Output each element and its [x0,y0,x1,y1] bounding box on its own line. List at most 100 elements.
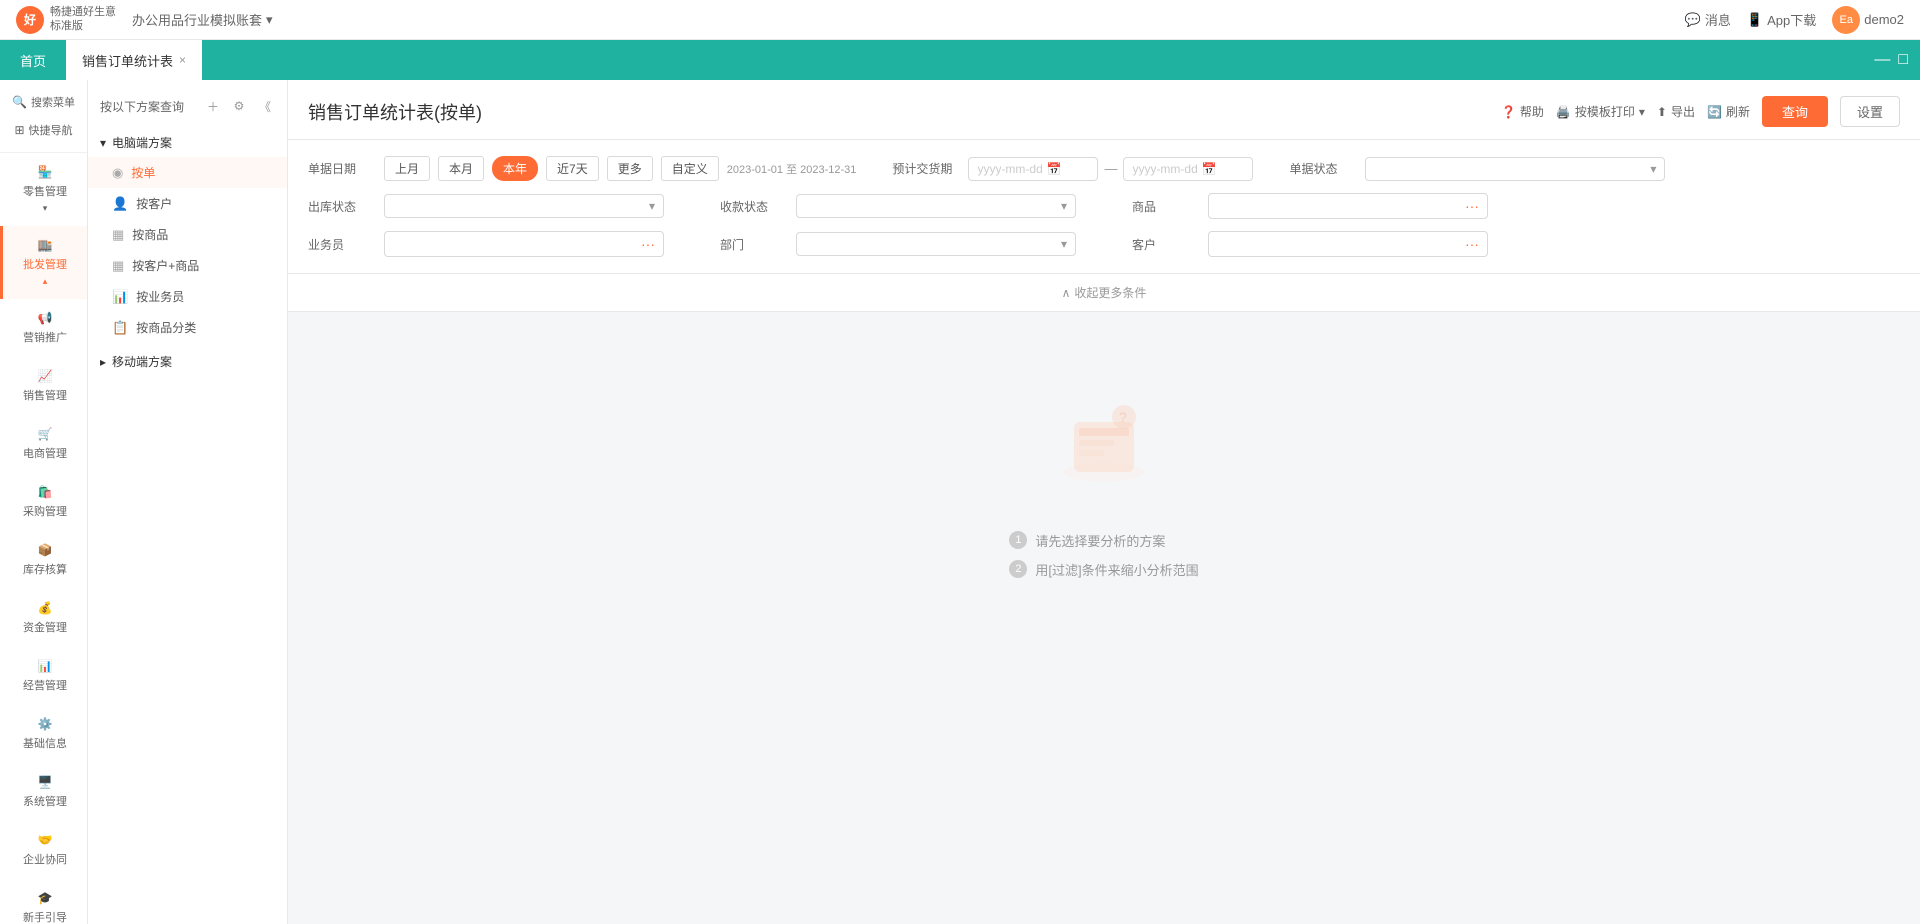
sidebar-item-system[interactable]: 🖥️ 系统管理 [0,763,87,821]
tab-bar: 首页 销售订单统计表 × — □ [0,40,1920,80]
category-icon: 📋 [112,320,128,336]
collapse-bar[interactable]: ∧ 收起更多条件 [288,274,1920,312]
page-title: 销售订单统计表(按单) [308,99,482,125]
order-status-select[interactable]: ▾ [1365,157,1665,181]
app-download-button[interactable]: 📱 App下载 [1747,10,1816,29]
shortcut-nav-button[interactable]: ⊞ 快捷导航 [0,116,87,144]
app-selector[interactable]: 办公用品行业模拟账套 ▾ [124,10,281,29]
sidebar-item-basic[interactable]: ⚙️ 基础信息 [0,705,87,763]
expected-date-to-input[interactable]: yyyy-mm-dd 📅 [1123,157,1253,181]
sidebar-item-ecommerce[interactable]: 🛒 电商管理 [0,415,87,473]
scheme-group-mobile: ▸ 移动端方案 [88,347,287,376]
current-month-button[interactable]: 本月 [438,156,484,181]
chevron-down-icon: ▾ [1061,199,1067,213]
customer-select[interactable]: ··· [1208,231,1488,257]
operations-icon: 📊 [38,659,53,673]
sidebar-item-inventory[interactable]: 📦 库存核算 [0,531,87,589]
empty-step-1: 1 请先选择要分析的方案 [1009,531,1198,550]
scheme-item-by-order[interactable]: ◉ 按单 [88,157,287,188]
message-button[interactable]: 💬 消息 [1685,10,1731,29]
search-icon: 🔍 [12,95,27,109]
filter-row-1: 单据日期 上月 本月 本年 近7天 更多 自定义 2023-01-01 至 20… [308,156,1900,181]
scheme-item-by-category[interactable]: 📋 按商品分类 [88,312,287,343]
window-maximize-icon[interactable]: □ [1898,51,1908,69]
page-actions: ❓ 帮助 🖨️ 按模板打印 ▾ ⬆ 导出 🔄 刷新 [1501,96,1900,127]
salesman-more-icon[interactable]: ··· [641,236,655,252]
product-more-icon[interactable]: ··· [1465,198,1479,214]
scheme-item-by-product[interactable]: ▦ 按商品 [88,219,287,250]
sidebar-item-retail[interactable]: 🏪 零售管理 ▾ [0,153,87,226]
basic-icon: ⚙️ [38,717,53,731]
settings-button[interactable]: 设置 [1840,96,1900,127]
top-bar: 好 畅捷通好生意 标准版 办公用品行业模拟账套 ▾ 💬 消息 📱 App下载 E… [0,0,1920,40]
print-icon: 🖨️ [1556,105,1571,119]
empty-steps: 1 请先选择要分析的方案 2 用[过滤]条件来缩小分析范围 [1009,531,1198,589]
sales-icon: 📈 [38,369,53,383]
ship-status-select[interactable]: ▾ [384,194,664,218]
scheme-group-mobile-header[interactable]: ▸ 移动端方案 [88,347,287,376]
tab-home[interactable]: 首页 [0,40,66,80]
product-select[interactable]: ··· [1208,193,1488,219]
page-header: 销售订单统计表(按单) ❓ 帮助 🖨️ 按模板打印 ▾ ⬆ 导出 [288,80,1920,140]
sidebar-item-enterprise[interactable]: 🤝 企业协同 [0,821,87,879]
customer-more-icon[interactable]: ··· [1465,236,1479,252]
customer-icon: 👤 [112,196,128,212]
sidebar-item-finance[interactable]: 💰 资金管理 [0,589,87,647]
settings-scheme-button[interactable]: ⚙ [229,96,249,116]
chevron-down-icon: ▾ [1639,105,1645,119]
receipt-status-select[interactable]: ▾ [796,194,1076,218]
window-minimize-icon[interactable]: — [1874,51,1890,69]
logo-icon: 好 [16,6,44,34]
salesman-select[interactable]: ··· [384,231,664,257]
user-menu[interactable]: Ea demo2 [1832,6,1904,34]
purchase-icon: 🛍️ [38,485,53,499]
refresh-icon: 🔄 [1707,105,1722,119]
sidebar-item-purchase[interactable]: 🛍️ 采购管理 [0,473,87,531]
more-date-button[interactable]: 更多 [607,156,653,181]
empty-illustration: ? [1044,392,1164,511]
calendar-icon: 📅 [1047,162,1062,176]
search-menu-button[interactable]: 🔍 搜索菜单 [0,88,87,116]
logo-text: 畅捷通好生意 标准版 [50,6,116,32]
scheme-header: 按以下方案查询 ＋ ⚙ 《 [88,88,287,124]
sidebar-item-newbie[interactable]: 🎓 新手引导 [0,879,87,924]
current-year-button[interactable]: 本年 [492,156,538,181]
scheme-group-desktop-header[interactable]: ▾ 电脑端方案 [88,128,287,157]
scheme-group-desktop: ▾ 电脑端方案 ◉ 按单 👤 按客户 ▦ 按商品 ▦ 按客户+商品 [88,128,287,343]
tab-close-button[interactable]: × [179,53,186,67]
collapse-scheme-button[interactable]: 《 [255,96,275,116]
ship-status-label: 出库状态 [308,198,368,215]
avatar: Ea [1832,6,1860,34]
order-status-label: 单据状态 [1289,160,1349,177]
last-7-days-button[interactable]: 近7天 [546,156,599,181]
scheme-header-actions: ＋ ⚙ 《 [203,96,275,116]
sidebar-item-marketing[interactable]: 📢 营销推广 [0,299,87,357]
chevron-up-icon: ▴ [43,276,48,287]
date-separator: — [1104,161,1117,176]
query-button[interactable]: 查询 [1762,96,1828,127]
refresh-button[interactable]: 🔄 刷新 [1707,103,1750,120]
scheme-item-by-customer[interactable]: 👤 按客户 [88,188,287,219]
main-content: 销售订单统计表(按单) ❓ 帮助 🖨️ 按模板打印 ▾ ⬆ 导出 [288,80,1920,924]
download-icon: 📱 [1747,12,1763,28]
help-button[interactable]: ❓ 帮助 [1501,103,1544,120]
sidebar-item-operations[interactable]: 📊 经营管理 [0,647,87,705]
receipt-status-label: 收款状态 [720,198,780,215]
add-scheme-button[interactable]: ＋ [203,96,223,116]
sidebar-top: 🔍 搜索菜单 ⊞ 快捷导航 [0,80,87,153]
last-month-button[interactable]: 上月 [384,156,430,181]
svg-text:?: ? [1119,409,1127,425]
template-print-button[interactable]: 🖨️ 按模板打印 ▾ [1556,103,1645,120]
sidebar: 🔍 搜索菜单 ⊞ 快捷导航 🏪 零售管理 ▾ 🏬 批发管理 ▴ 📢 营销推广 [0,80,88,924]
logo-area: 好 畅捷通好生意 标准版 [16,6,116,34]
expected-date-from-input[interactable]: yyyy-mm-dd 📅 [968,157,1098,181]
sidebar-item-sales[interactable]: 📈 销售管理 [0,357,87,415]
sidebar-item-wholesale[interactable]: 🏬 批发管理 ▴ [0,226,87,299]
scheme-item-by-customer-product[interactable]: ▦ 按客户+商品 [88,250,287,281]
custom-date-button[interactable]: 自定义 [661,156,719,181]
enterprise-icon: 🤝 [38,833,53,847]
tab-sales-order[interactable]: 销售订单统计表 × [66,40,202,80]
export-button[interactable]: ⬆ 导出 [1657,103,1695,120]
scheme-item-by-salesman[interactable]: 📊 按业务员 [88,281,287,312]
department-select[interactable]: ▾ [796,232,1076,256]
